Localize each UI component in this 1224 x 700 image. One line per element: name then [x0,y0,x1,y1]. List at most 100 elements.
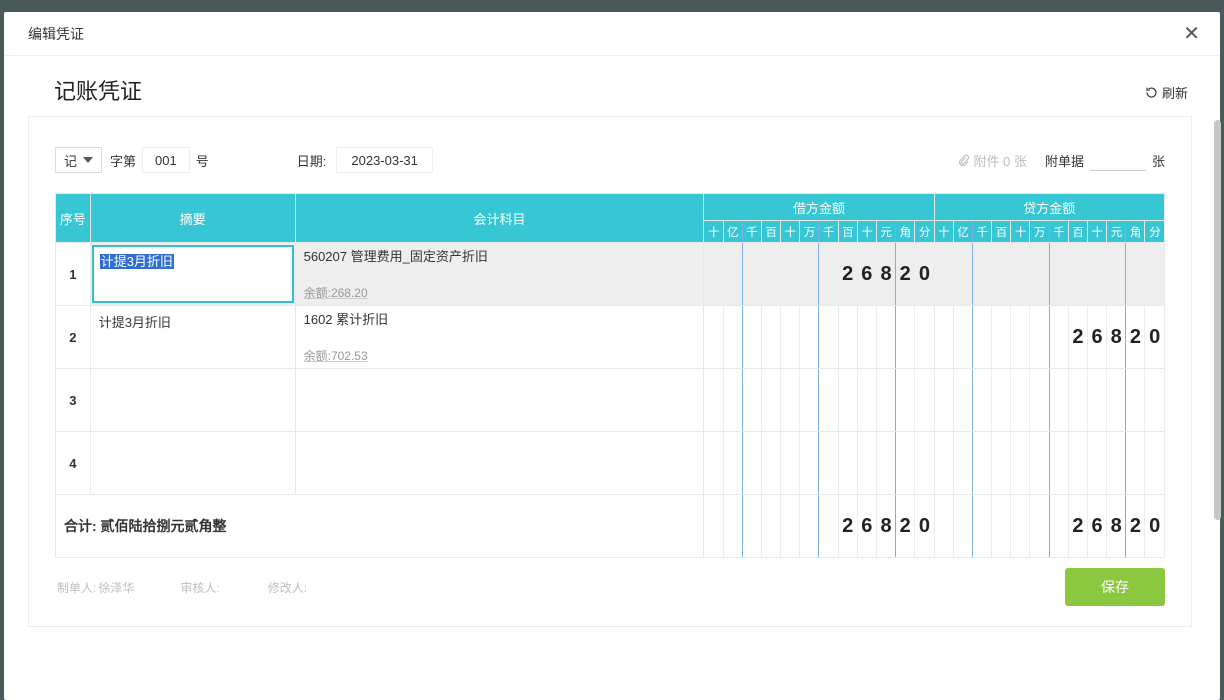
digit-cell[interactable] [992,369,1011,432]
subject-balance[interactable]: 余额:268.20 [304,284,696,301]
digit-cell[interactable] [819,369,838,432]
digit-cell[interactable] [934,432,953,495]
digit-cell[interactable] [953,306,972,369]
digit-cell[interactable] [876,306,895,369]
digit-cell[interactable] [934,495,953,558]
digit-cell[interactable] [723,432,742,495]
digit-cell[interactable] [1011,369,1030,432]
digit-cell[interactable] [1049,243,1068,306]
digit-cell[interactable] [896,369,915,432]
digit-cell[interactable] [723,369,742,432]
digit-cell[interactable] [742,369,761,432]
digit-cell[interactable] [992,495,1011,558]
digit-cell[interactable]: 0 [1145,495,1165,558]
digit-cell[interactable] [704,432,723,495]
digit-cell[interactable] [953,432,972,495]
digit-cell[interactable] [838,432,857,495]
digit-cell[interactable] [1145,369,1165,432]
digit-cell[interactable] [1011,306,1030,369]
digit-cell[interactable] [723,306,742,369]
digit-cell[interactable]: 2 [896,243,915,306]
digit-cell[interactable] [1126,432,1145,495]
digit-cell[interactable] [1107,243,1126,306]
digit-cell[interactable] [1011,495,1030,558]
digit-cell[interactable] [1068,432,1087,495]
digit-cell[interactable]: 8 [876,243,895,306]
digit-cell[interactable] [800,495,819,558]
digit-cell[interactable] [1126,243,1145,306]
summary-input[interactable]: 计提3月折旧 [92,245,294,303]
digit-cell[interactable] [972,306,991,369]
digit-cell[interactable] [800,432,819,495]
slip-count-input[interactable] [1090,149,1146,171]
digit-cell[interactable] [896,306,915,369]
digit-cell[interactable] [1145,243,1165,306]
digit-cell[interactable] [1107,369,1126,432]
digit-cell[interactable] [800,369,819,432]
scrollbar[interactable] [1214,120,1221,520]
digit-cell[interactable] [972,432,991,495]
digit-cell[interactable]: 8 [876,495,895,558]
digit-cell[interactable] [761,243,780,306]
digit-cell[interactable]: 2 [1126,306,1145,369]
digit-cell[interactable] [742,306,761,369]
digit-cell[interactable] [1107,432,1126,495]
digit-cell[interactable]: 6 [1087,306,1106,369]
close-icon[interactable]: ✕ [1183,21,1200,46]
digit-cell[interactable] [819,243,838,306]
digit-cell[interactable] [857,369,876,432]
digit-cell[interactable] [781,243,800,306]
digit-cell[interactable]: 6 [857,495,876,558]
digit-cell[interactable] [704,369,723,432]
digit-cell[interactable] [761,306,780,369]
digit-cell[interactable]: 0 [915,243,934,306]
digit-cell[interactable]: 2 [1068,306,1087,369]
refresh-button[interactable]: 刷新 [1145,83,1188,102]
digit-cell[interactable] [800,306,819,369]
digit-cell[interactable] [1049,306,1068,369]
digit-cell[interactable] [742,243,761,306]
digit-cell[interactable] [819,495,838,558]
digit-cell[interactable] [1049,432,1068,495]
digit-cell[interactable] [915,369,934,432]
digit-cell[interactable] [934,243,953,306]
digit-cell[interactable] [934,369,953,432]
digit-cell[interactable] [819,432,838,495]
digit-cell[interactable] [742,432,761,495]
subject-name[interactable]: 560207 管理费用_固定资产折旧 [304,249,696,266]
attachments-link[interactable]: 附件 0 张 [957,151,1027,170]
digit-cell[interactable] [1011,432,1030,495]
digit-cell[interactable] [761,432,780,495]
digit-cell[interactable] [1087,243,1106,306]
digit-cell[interactable] [704,306,723,369]
date-input[interactable]: 2023-03-31 [336,147,433,173]
digit-cell[interactable] [876,369,895,432]
summary-text[interactable]: 计提3月折旧 [91,306,295,337]
digit-cell[interactable]: 2 [1126,495,1145,558]
digit-cell[interactable] [781,495,800,558]
digit-cell[interactable] [1087,369,1106,432]
digit-cell[interactable]: 0 [915,495,934,558]
digit-cell[interactable] [972,369,991,432]
digit-cell[interactable] [953,369,972,432]
digit-cell[interactable] [742,495,761,558]
digit-cell[interactable] [1068,243,1087,306]
voucher-prefix-select[interactable]: 记 [55,147,102,173]
digit-cell[interactable] [1030,369,1049,432]
digit-cell[interactable]: 2 [838,243,857,306]
digit-cell[interactable] [1030,495,1049,558]
digit-cell[interactable] [704,495,723,558]
digit-cell[interactable]: 2 [838,495,857,558]
digit-cell[interactable] [1145,432,1165,495]
digit-cell[interactable] [992,243,1011,306]
digit-cell[interactable] [1030,243,1049,306]
digit-cell[interactable]: 2 [896,495,915,558]
digit-cell[interactable] [819,306,838,369]
summary-text[interactable] [91,432,295,444]
digit-cell[interactable]: 2 [1068,495,1087,558]
digit-cell[interactable] [723,243,742,306]
digit-cell[interactable] [761,495,780,558]
digit-cell[interactable] [876,432,895,495]
digit-cell[interactable] [761,369,780,432]
digit-cell[interactable] [838,369,857,432]
